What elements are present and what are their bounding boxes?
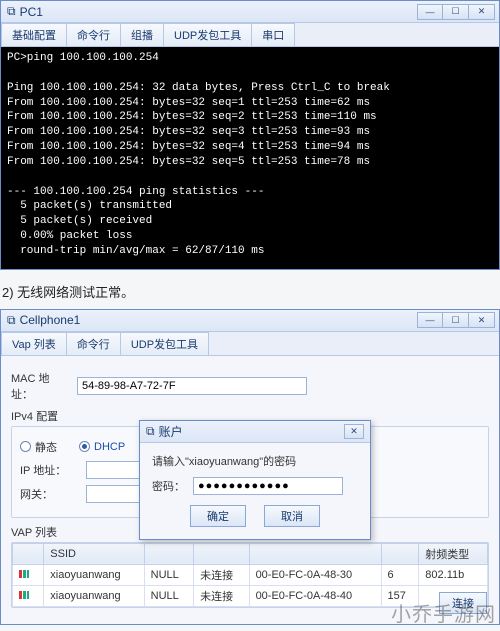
password-label: 密码： [152, 478, 185, 494]
radio-dhcp[interactable]: DHCP [79, 441, 125, 453]
tab-vap-list[interactable]: Vap 列表 [1, 332, 67, 355]
cellphone-window: ⧉ Cellphone1 — ☐ ✕ Vap 列表 命令行 UDP发包工具 MA… [0, 309, 500, 625]
table-cell: 未连接 [194, 585, 249, 606]
vap-table: SSID 射频类型 xiaoyuanwangNULL未连接00-E0-FC-0A… [12, 543, 488, 607]
tab-udp[interactable]: UDP发包工具 [163, 23, 252, 46]
ok-button[interactable]: 确定 [190, 505, 246, 527]
maximize-button[interactable]: ☐ [443, 4, 469, 20]
terminal-line: Ping 100.100.100.254: 32 data bytes, Pre… [7, 81, 493, 96]
terminal-line: round-trip min/avg/max = 62/87/110 ms [7, 244, 493, 259]
dialog-title: 账户 [159, 423, 183, 440]
table-cell: 00-E0-FC-0A-48-40 [249, 585, 381, 606]
pc1-title: PC1 [20, 5, 43, 19]
table-cell [13, 564, 44, 585]
cellphone-title: Cellphone1 [20, 313, 81, 327]
terminal-line: 5 packet(s) received [7, 214, 493, 229]
dialog-icon: ⧉ [146, 424, 155, 439]
radio-static[interactable]: 静态 [20, 439, 57, 455]
table-cell: NULL [144, 564, 194, 585]
terminal-line: PC>ping 100.100.100.254 [7, 51, 493, 66]
signal-icon [19, 591, 29, 599]
table-header-row: SSID 射频类型 [13, 543, 488, 564]
tab-basic-config[interactable]: 基础配置 [1, 23, 67, 46]
table-header[interactable] [381, 543, 419, 564]
pc1-app-icon: ⧉ [7, 4, 16, 19]
terminal-line: From 100.100.100.254: bytes=32 seq=2 ttl… [7, 110, 493, 125]
signal-icon [19, 570, 29, 578]
table-cell: xiaoyuanwang [44, 564, 144, 585]
terminal-line [7, 170, 493, 185]
cellphone-titlebar[interactable]: ⧉ Cellphone1 — ☐ ✕ [1, 310, 499, 332]
connect-button[interactable]: 连接 [439, 592, 487, 614]
terminal-line: From 100.100.100.254: bytes=32 seq=3 ttl… [7, 125, 493, 140]
radio-icon [79, 441, 90, 452]
table-cell: 未连接 [194, 564, 249, 585]
table-cell: xiaoyuanwang [44, 585, 144, 606]
terminal-line: --- 100.100.100.254 ping statistics --- [7, 185, 493, 200]
cellphone-tabs: Vap 列表 命令行 UDP发包工具 [1, 332, 499, 356]
minimize-button[interactable]: — [417, 312, 443, 328]
terminal-line: From 100.100.100.254: bytes=32 seq=4 ttl… [7, 140, 493, 155]
maximize-button[interactable]: ☐ [443, 312, 469, 328]
radio-dhcp-label: DHCP [94, 441, 125, 453]
mac-input[interactable] [77, 377, 307, 395]
terminal-line: 5 packet(s) transmitted [7, 199, 493, 214]
cellphone-panel: MAC 地址： IPv4 配置 静态 DHCP IP 地址： 网关： [1, 356, 499, 624]
table-header[interactable] [13, 543, 44, 564]
tab-cli[interactable]: 命令行 [66, 332, 121, 355]
table-header[interactable] [144, 543, 194, 564]
cancel-button[interactable]: 取消 [264, 505, 320, 527]
minimize-button[interactable]: — [417, 4, 443, 20]
tab-udp[interactable]: UDP发包工具 [120, 332, 209, 355]
pc1-window: ⧉ PC1 — ☐ ✕ 基础配置 命令行 组播 UDP发包工具 串口 PC>pi… [0, 0, 500, 270]
close-button[interactable]: ✕ [469, 4, 495, 20]
ip-label: IP 地址： [20, 462, 78, 478]
terminal-line: From 100.100.100.254: bytes=32 seq=5 ttl… [7, 155, 493, 170]
table-header[interactable]: 射频类型 [419, 543, 488, 564]
pc1-titlebar[interactable]: ⧉ PC1 — ☐ ✕ [1, 1, 499, 23]
table-cell: NULL [144, 585, 194, 606]
dialog-prompt: 请输入"xiaoyuanwang"的密码 [152, 453, 358, 469]
terminal-line: From 100.100.100.254: bytes=32 seq=1 ttl… [7, 96, 493, 111]
password-input[interactable] [193, 477, 343, 495]
mac-label: MAC 地址： [11, 370, 69, 402]
table-header[interactable] [194, 543, 249, 564]
table-cell [13, 585, 44, 606]
dialog-close-button[interactable]: ✕ [344, 424, 364, 439]
close-button[interactable]: ✕ [469, 312, 495, 328]
pc1-tabs: 基础配置 命令行 组播 UDP发包工具 串口 [1, 23, 499, 47]
table-cell: 157 [381, 585, 419, 606]
table-row[interactable]: xiaoyuanwangNULL未连接00-E0-FC-0A-48-40157 [13, 585, 488, 606]
table-header[interactable]: SSID [44, 543, 144, 564]
radio-icon [20, 441, 31, 452]
account-dialog: ⧉ 账户 ✕ 请输入"xiaoyuanwang"的密码 密码： 确定 取消 [139, 420, 371, 540]
table-cell: 6 [381, 564, 419, 585]
table-cell: 802.11b [419, 564, 488, 585]
terminal-line [7, 66, 493, 81]
vaplist-section: SSID 射频类型 xiaoyuanwangNULL未连接00-E0-FC-0A… [11, 542, 489, 608]
radio-static-label: 静态 [35, 439, 57, 455]
tab-cli[interactable]: 命令行 [66, 23, 121, 46]
table-row[interactable]: xiaoyuanwangNULL未连接00-E0-FC-0A-48-306802… [13, 564, 488, 585]
tab-serial[interactable]: 串口 [251, 23, 295, 46]
gateway-label: 网关： [20, 486, 78, 502]
terminal-line: 0.00% packet loss [7, 229, 493, 244]
table-cell: 00-E0-FC-0A-48-30 [249, 564, 381, 585]
pc1-terminal[interactable]: PC>ping 100.100.100.254 Ping 100.100.100… [1, 47, 499, 269]
cellphone-app-icon: ⧉ [7, 313, 16, 328]
caption-text: 2) 无线网络测试正常。 [0, 276, 500, 309]
table-header[interactable] [249, 543, 381, 564]
tab-multicast[interactable]: 组播 [120, 23, 164, 46]
